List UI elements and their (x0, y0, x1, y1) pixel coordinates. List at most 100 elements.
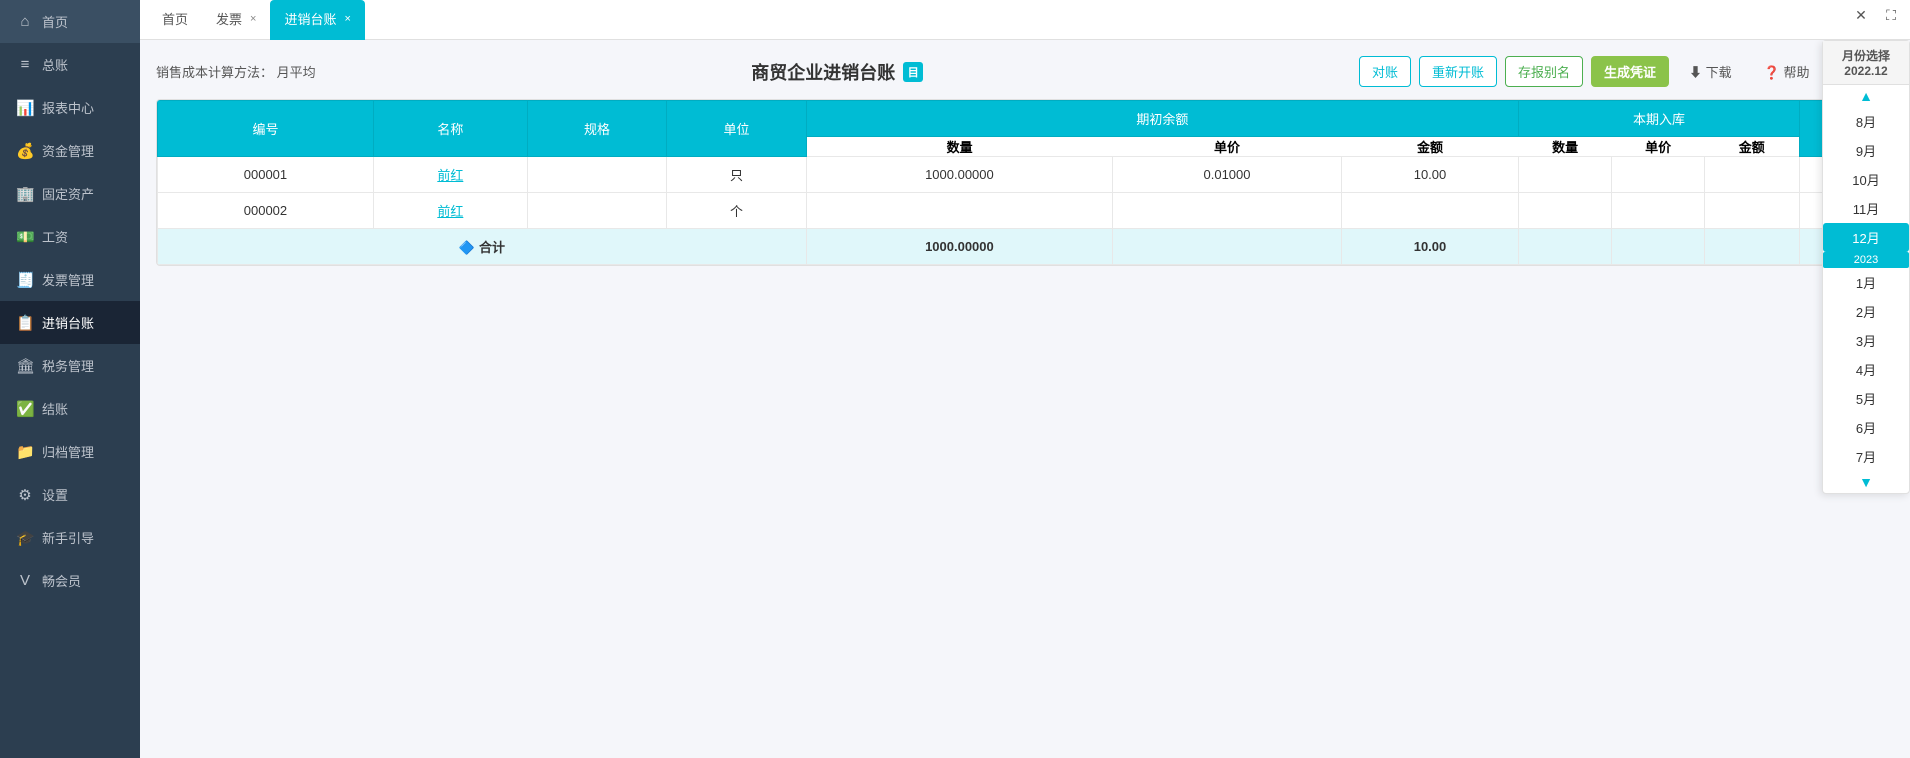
col-header-in: 本期入库 (1519, 101, 1800, 137)
sidebar-item-funds[interactable]: 💰 资金管理 (0, 129, 140, 172)
settlement-icon: ✅ (16, 400, 34, 418)
sidebar-item-settlement[interactable]: ✅ 结账 (0, 387, 140, 430)
sidebar-item-label: 总账 (42, 55, 68, 74)
cell-name: 前红 (373, 193, 527, 229)
month-item-7[interactable]: 7月 (1823, 442, 1909, 471)
tab-invoice-close[interactable]: × (250, 13, 256, 25)
sidebar-item-label: 进销台账 (42, 313, 94, 332)
cell-opening-qty (806, 193, 1112, 229)
month-item-1[interactable]: 1月 (1823, 268, 1909, 297)
sidebar-item-label: 固定资产 (42, 184, 94, 203)
sidebar-item-guide[interactable]: 🎓 新手引导 (0, 516, 140, 559)
reopen-button[interactable]: 重新开账 (1419, 56, 1497, 87)
tab-purchase-sales-label: 进销台账 (284, 9, 336, 28)
sidebar-item-home[interactable]: ⌂ 首页 (0, 0, 140, 43)
total-icon: 🔷 (459, 240, 475, 255)
help-icon: ❓ (1764, 65, 1784, 80)
tab-purchase-sales-close[interactable]: × (344, 13, 350, 25)
tab-home[interactable]: 首页 (148, 0, 202, 40)
sidebar-item-label: 报表中心 (42, 98, 94, 117)
total-opening-amount: 10.00 (1341, 229, 1518, 265)
sidebar-item-label: 结账 (42, 399, 68, 418)
sidebar-item-reports[interactable]: 📊 报表中心 (0, 86, 140, 129)
sidebar-item-settings[interactable]: ⚙ 设置 (0, 473, 140, 516)
col-header-opening-amount: 金额 (1341, 137, 1518, 157)
sidebar-item-member[interactable]: V 畅会员 (0, 559, 140, 602)
save-alias-button[interactable]: 存报别名 (1505, 56, 1583, 87)
month-item-2[interactable]: 2月 (1823, 297, 1909, 326)
tab-invoice-label: 发票 (216, 9, 242, 28)
month-panel-title: 月份选择 2022.12 (1823, 41, 1909, 85)
cell-opening-amount: 10.00 (1341, 157, 1518, 193)
sidebar-item-archive[interactable]: 📁 归档管理 (0, 430, 140, 473)
month-item-10[interactable]: 10月 (1823, 165, 1909, 194)
month-item-11[interactable]: 11月 (1823, 194, 1909, 223)
sidebar-item-purchase-sales[interactable]: 📋 进销台账 (0, 301, 140, 344)
data-table-wrapper: 编号 名称 规格 单位 期初余额 本期入库 数 数量 单价 金额 数量 单价 (156, 99, 1894, 266)
tab-purchase-sales[interactable]: 进销台账 × (270, 0, 364, 40)
purchase-sales-icon: 📋 (16, 314, 34, 332)
col-header-in-price: 单价 (1612, 137, 1705, 157)
cell-in-amount (1705, 157, 1800, 193)
cell-in-price (1612, 193, 1705, 229)
month-item-5[interactable]: 5月 (1823, 384, 1909, 413)
content-area: ✕ ⛶ 销售成本计算方法： 月平均 商贸企业进销台账 目 对账 重新开账 存报别… (140, 40, 1910, 758)
cell-spec (527, 157, 667, 193)
col-header-opening: 期初余额 (806, 101, 1518, 137)
download-button[interactable]: ⬇ 下载 (1677, 57, 1744, 86)
sidebar-item-ledger[interactable]: ≡ 总账 (0, 43, 140, 86)
member-icon: V (16, 572, 34, 589)
data-table: 编号 名称 规格 单位 期初余额 本期入库 数 数量 单价 金额 数量 单价 (157, 100, 1893, 265)
reports-icon: 📊 (16, 99, 34, 117)
sidebar-item-label: 首页 (42, 12, 68, 31)
year-badge-2023: 2023 (1823, 252, 1909, 268)
salary-icon: 💵 (16, 228, 34, 246)
sidebar-item-label: 归档管理 (42, 442, 94, 461)
sidebar: ⌂ 首页 ≡ 总账 📊 报表中心 💰 资金管理 🏢 固定资产 💵 工资 🧾 发票… (0, 0, 140, 758)
tab-home-label: 首页 (162, 9, 188, 28)
month-item-8[interactable]: 8月 (1823, 107, 1909, 136)
generate-voucher-button[interactable]: 生成凭证 (1591, 56, 1669, 87)
reconcile-button[interactable]: 对账 (1359, 56, 1411, 87)
month-item-9[interactable]: 9月 (1823, 136, 1909, 165)
tab-invoice[interactable]: 发票 × (202, 0, 270, 40)
meta-value: 月平均 (277, 65, 316, 80)
col-header-in-qty: 数量 (1519, 137, 1612, 157)
sidebar-item-label: 税务管理 (42, 356, 94, 375)
assets-icon: 🏢 (16, 185, 34, 203)
table-row: 000002 前红 个 (158, 193, 1893, 229)
table-row: 000001 前红 只 1000.00000 0.01000 10.00 (158, 157, 1893, 193)
cell-opening-price: 0.01000 (1113, 157, 1342, 193)
sidebar-item-label: 畅会员 (42, 571, 81, 590)
month-item-4[interactable]: 4月 (1823, 355, 1909, 384)
month-item-3[interactable]: 3月 (1823, 326, 1909, 355)
month-item-12[interactable]: 12月 (1823, 223, 1909, 252)
cell-name: 前红 (373, 157, 527, 193)
sidebar-item-tax[interactable]: 🏛 税务管理 (0, 344, 140, 387)
page-header: 销售成本计算方法： 月平均 商贸企业进销台账 目 对账 重新开账 存报别名 生成… (156, 56, 1894, 87)
scroll-down-button[interactable]: ▼ (1823, 471, 1909, 493)
page-title-area: 商贸企业进销台账 目 (751, 59, 923, 85)
col-header-opening-qty: 数量 (806, 137, 1112, 157)
col-header-name: 名称 (373, 101, 527, 157)
cell-opening-amount (1341, 193, 1518, 229)
help-button[interactable]: ❓ 帮助 (1752, 57, 1822, 86)
meta-label: 销售成本计算方法： (156, 65, 273, 80)
sidebar-item-salary[interactable]: 💵 工资 (0, 215, 140, 258)
ledger-icon: ≡ (16, 56, 34, 73)
month-item-6[interactable]: 6月 (1823, 413, 1909, 442)
sidebar-item-invoice[interactable]: 🧾 发票管理 (0, 258, 140, 301)
total-in-amount (1705, 229, 1800, 265)
sidebar-item-label: 资金管理 (42, 141, 94, 160)
sidebar-item-assets[interactable]: 🏢 固定资产 (0, 172, 140, 215)
total-in-price (1612, 229, 1705, 265)
download-icon: ⬇ (1689, 65, 1706, 80)
col-header-unit: 单位 (667, 101, 807, 157)
funds-icon: 💰 (16, 142, 34, 160)
cell-opening-price (1113, 193, 1342, 229)
month-panel: 月份选择 2022.12 ▲ 8月 9月 10月 11月 12月 2023 1月… (1822, 40, 1910, 494)
guide-icon: 🎓 (16, 529, 34, 547)
col-header-opening-price: 单价 (1113, 137, 1342, 157)
toolbar-actions: 对账 重新开账 存报别名 生成凭证 ⬇ 下载 ❓ 帮助 ↻ 刷新 (1359, 56, 1894, 87)
scroll-up-button[interactable]: ▲ (1823, 85, 1909, 107)
